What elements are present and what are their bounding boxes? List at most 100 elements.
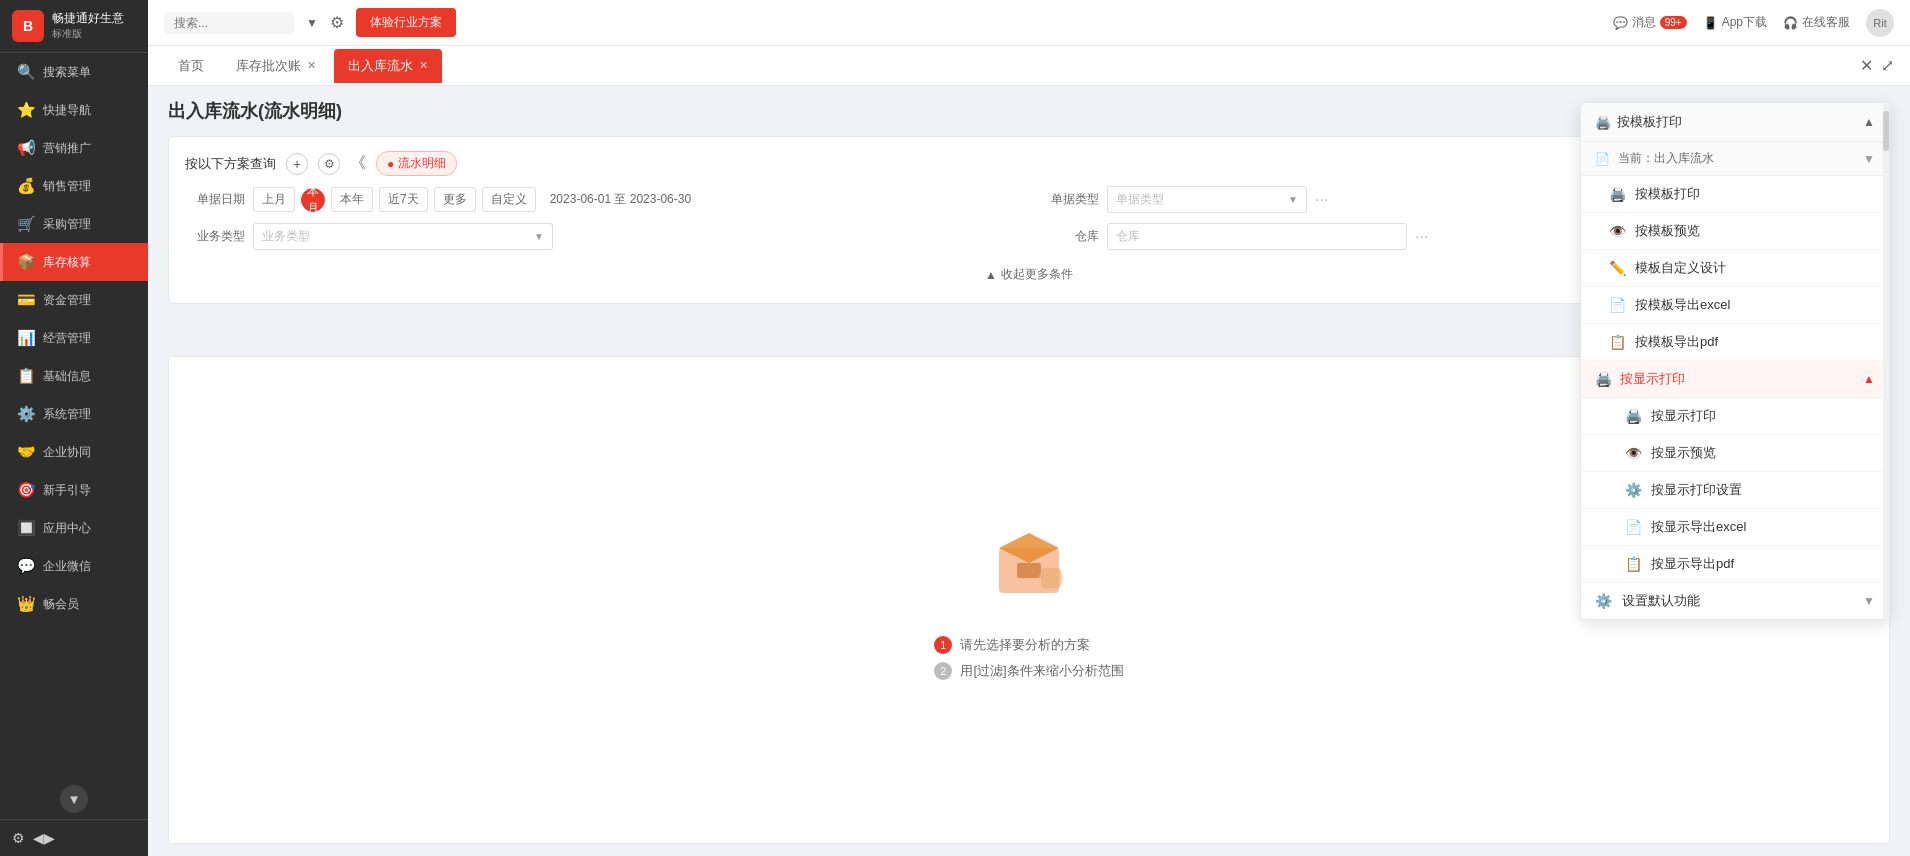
dropdown-item-display-pdf[interactable]: 📋 按显示导出pdf — [1581, 546, 1889, 583]
sidebar-item-operations[interactable]: 📊 经营管理 — [0, 319, 148, 357]
dropdown-item-template-pdf[interactable]: 📋 按模板导出pdf — [1581, 324, 1889, 361]
set-default-icon: ⚙️ — [1595, 593, 1612, 609]
date-quick-group: 上月 本月 本年 近7天 更多 自定义 2023-06-01 至 2023-06… — [253, 187, 691, 212]
tab-batch-close[interactable]: ✕ — [307, 59, 316, 72]
dropdown-arrow: ▲ — [1863, 115, 1875, 129]
dropdown-item-template-design[interactable]: ✏️ 模板自定义设计 — [1581, 250, 1889, 287]
dropdown-item-template-preview[interactable]: 👁️ 按模板预览 — [1581, 213, 1889, 250]
basic-icon: 📋 — [17, 367, 35, 385]
dropdown-item-display-print-settings[interactable]: ⚙️ 按显示打印设置 — [1581, 472, 1889, 509]
sidebar-bottom: ⚙ ◀▶ — [0, 819, 148, 856]
date-custom-button[interactable]: 自定义 — [482, 187, 536, 212]
sidebar-item-marketing[interactable]: 📢 营销推广 — [0, 129, 148, 167]
dropdown-item-template-excel[interactable]: 📄 按模板导出excel — [1581, 287, 1889, 324]
current-arrow: ▼ — [1863, 152, 1875, 166]
tab-flow-close[interactable]: ✕ — [419, 59, 428, 72]
topbar: ▼ ⚙ 体验行业方案 💬 消息 99+ 📱 App下载 🎧 在线客服 Rit — [148, 0, 1910, 46]
dropdown-header[interactable]: 🖨️ 按模板打印 ▲ — [1581, 103, 1889, 142]
doc-type-select[interactable]: 单据类型 ▼ — [1107, 186, 1307, 213]
dropdown-current[interactable]: 📄 当前：出入库流水 ▼ — [1581, 142, 1889, 176]
filter-tag-icon: ● — [387, 157, 394, 171]
scrollbar-track[interactable] — [1883, 103, 1889, 619]
scrollbar-thumb[interactable] — [1883, 111, 1889, 151]
warehouse-more[interactable]: ··· — [1415, 228, 1428, 246]
close-tab-button[interactable]: ✕ — [1860, 56, 1873, 75]
sidebar-item-finance[interactable]: 💳 资金管理 — [0, 281, 148, 319]
date-label: 单据日期 — [185, 191, 245, 208]
doc-type-more[interactable]: ··· — [1315, 191, 1328, 209]
sidebar-item-search[interactable]: 🔍 搜索菜单 — [0, 53, 148, 91]
system-icon: ⚙️ — [17, 405, 35, 423]
dropdown-item-display-preview[interactable]: 👁️ 按显示预览 — [1581, 435, 1889, 472]
sidebar-item-shortcut[interactable]: ⭐ 快捷导航 — [0, 91, 148, 129]
current-label: 📄 当前：出入库流水 — [1595, 150, 1714, 167]
sidebar-item-member[interactable]: 👑 畅会员 — [0, 585, 148, 623]
app-download-button[interactable]: 📱 App下载 — [1703, 14, 1767, 31]
template-design-icon: ✏️ — [1609, 260, 1625, 276]
filter-settings-button[interactable]: ⚙ — [318, 153, 340, 175]
filter-tag[interactable]: ● 流水明细 — [376, 151, 457, 176]
step-1-text: 请先选择要分析的方案 — [960, 636, 1090, 654]
svg-rect-4 — [1041, 568, 1061, 588]
sidebar-item-basic[interactable]: 📋 基础信息 — [0, 357, 148, 395]
sidebar-item-enterprise[interactable]: 🤝 企业协同 — [0, 433, 148, 471]
collapse-sidebar-button[interactable]: ◀▶ — [33, 830, 55, 846]
date-last-7-days-button[interactable]: 近7天 — [379, 187, 428, 212]
template-print-icon: 🖨️ — [1609, 186, 1625, 202]
headset-icon: 🎧 — [1783, 16, 1798, 30]
industry-solution-button[interactable]: 体验行业方案 — [356, 8, 456, 37]
dropdown-item-display-excel[interactable]: 📄 按显示导出excel — [1581, 509, 1889, 546]
date-last-month-button[interactable]: 上月 — [253, 187, 295, 212]
app-download-icon: 📱 — [1703, 16, 1718, 30]
dropdown-item-template-print[interactable]: 🖨️ 按模板打印 — [1581, 176, 1889, 213]
business-type-select[interactable]: 业务类型 ▼ — [253, 223, 553, 250]
date-this-year-button[interactable]: 本年 — [331, 187, 373, 212]
current-icon: 📄 — [1595, 152, 1610, 166]
date-range-text: 2023-06-01 至 2023-06-30 — [550, 191, 691, 208]
sidebar-item-purchase[interactable]: 🛒 采购管理 — [0, 205, 148, 243]
gear-icon[interactable]: ⚙ — [330, 13, 344, 32]
wechat-icon: 💬 — [17, 557, 35, 575]
sidebar-item-sales[interactable]: 💰 销售管理 — [0, 167, 148, 205]
operations-icon: 📊 — [17, 329, 35, 347]
sidebar-item-system[interactable]: ⚙️ 系统管理 — [0, 395, 148, 433]
sidebar-item-apps[interactable]: 🔲 应用中心 — [0, 509, 148, 547]
tab-batch[interactable]: 库存批次账 ✕ — [222, 49, 330, 83]
message-button[interactable]: 💬 消息 99+ — [1613, 14, 1687, 31]
topbar-left: ▼ ⚙ 体验行业方案 — [164, 8, 456, 37]
dropdown-section-display-print[interactable]: 🖨️ 按显示打印 ▲ — [1581, 361, 1889, 398]
sidebar-scroll-down[interactable]: ▼ — [60, 785, 88, 813]
expand-tab-button[interactable]: ⤢ — [1881, 56, 1894, 75]
logo-sub: 标准版 — [52, 27, 124, 41]
logo-icon: B — [12, 10, 44, 42]
sidebar-item-inventory[interactable]: 📦 库存核算 — [0, 243, 148, 281]
breadcrumb-dropdown-button[interactable]: ▼ — [306, 16, 318, 30]
date-this-month-button[interactable]: 本月 — [301, 188, 325, 212]
sidebar-item-guide[interactable]: 🎯 新手引导 — [0, 471, 148, 509]
dropdown-set-default[interactable]: ⚙️ 设置默认功能 ▼ — [1581, 583, 1889, 619]
template-preview-icon: 👁️ — [1609, 223, 1625, 239]
date-more-button[interactable]: 更多 — [434, 187, 476, 212]
sidebar: B 畅捷通好生意 标准版 🔍 搜索菜单 ⭐ 快捷导航 📢 营销推广 💰 销售管理… — [0, 0, 148, 856]
svg-rect-2 — [1017, 563, 1041, 578]
message-icon: 💬 — [1613, 16, 1628, 30]
filter-add-button[interactable]: + — [286, 153, 308, 175]
dropdown-item-display-print[interactable]: 🖨️ 按显示打印 — [1581, 398, 1889, 435]
display-preview-icon: 👁️ — [1625, 445, 1641, 461]
empty-steps: 1 请先选择要分析的方案 2 用[过滤]条件来缩小分析范围 — [934, 636, 1123, 680]
tab-flow[interactable]: 出入库流水 ✕ — [334, 49, 442, 83]
topbar-right: 💬 消息 99+ 📱 App下载 🎧 在线客服 Rit — [1613, 9, 1894, 37]
settings-button[interactable]: ⚙ — [12, 830, 25, 846]
step-2-text: 用[过滤]条件来缩小分析范围 — [960, 662, 1123, 680]
online-service-button[interactable]: 🎧 在线客服 — [1783, 14, 1850, 31]
avatar[interactable]: Rit — [1866, 9, 1894, 37]
tab-home[interactable]: 首页 — [164, 49, 218, 83]
filter-collapse-button[interactable]: 《 — [350, 153, 366, 174]
filter-date-field: 单据日期 上月 本月 本年 近7天 更多 自定义 2023-06-01 至 20… — [185, 187, 1019, 212]
sidebar-item-wechat[interactable]: 💬 企业微信 — [0, 547, 148, 585]
warehouse-select[interactable]: 仓库 — [1107, 223, 1407, 250]
print-header-icon: 🖨️ — [1595, 115, 1611, 130]
business-type-chevron-icon: ▼ — [534, 231, 544, 242]
breadcrumb-input[interactable] — [164, 12, 294, 34]
section-collapse-icon: ▲ — [1863, 372, 1875, 386]
